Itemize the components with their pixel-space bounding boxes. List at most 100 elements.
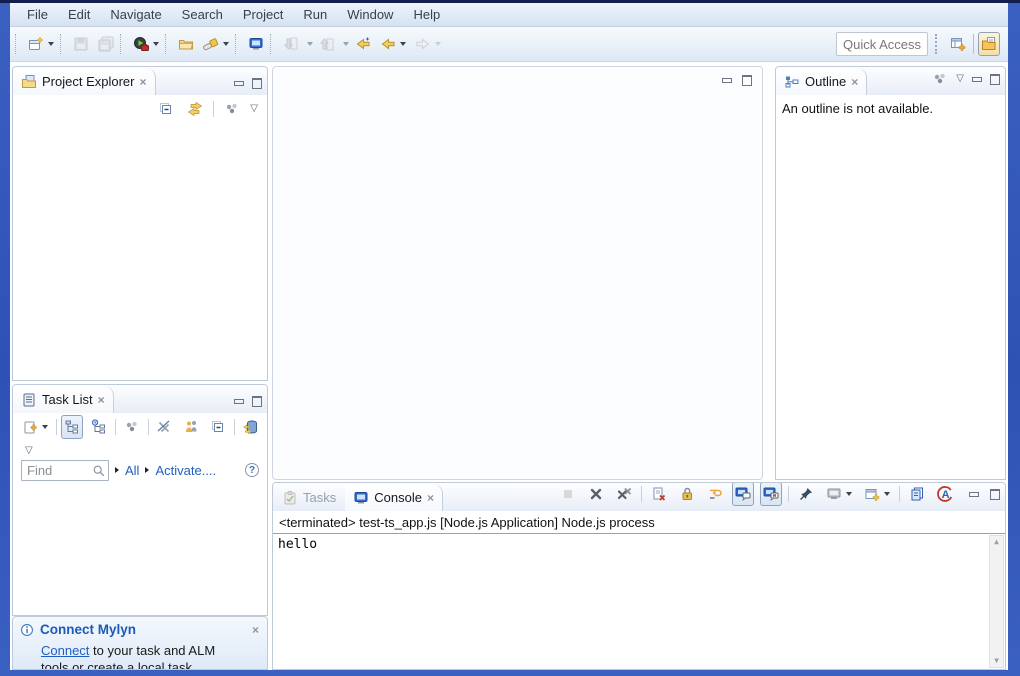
- view-menu-chevron-icon[interactable]: ▽: [250, 104, 258, 114]
- link-with-editor-button[interactable]: [184, 97, 206, 121]
- last-edit-location-button[interactable]: [352, 32, 374, 56]
- ansi-console-icon: [937, 486, 953, 502]
- menu-item-run[interactable]: Run: [294, 5, 336, 24]
- close-icon[interactable]: ×: [252, 624, 259, 636]
- tab-console[interactable]: Console ×: [345, 484, 443, 511]
- collapse-all-button[interactable]: [155, 97, 177, 121]
- view-menu-chevron-icon[interactable]: ▽: [956, 74, 964, 84]
- connect-link[interactable]: Connect: [41, 643, 89, 658]
- toolbar-group-handle[interactable]: [165, 34, 170, 54]
- console-panel: Tasks Console ×: [272, 482, 1006, 670]
- minimize-button[interactable]: [233, 396, 244, 406]
- remove-all-terminated-button[interactable]: [613, 482, 635, 506]
- close-icon[interactable]: ×: [98, 394, 105, 406]
- minimize-button[interactable]: [971, 74, 982, 84]
- console-pages-button[interactable]: [906, 482, 928, 506]
- scroll-lock-button[interactable]: [676, 482, 698, 506]
- synchronize-button[interactable]: [239, 415, 261, 439]
- tab-task-list[interactable]: Task List ×: [13, 386, 114, 413]
- task-list-body[interactable]: [13, 485, 267, 615]
- toolbar-group-handle[interactable]: [235, 34, 240, 54]
- menu-item-help[interactable]: Help: [404, 5, 449, 24]
- menu-item-project[interactable]: Project: [234, 5, 292, 24]
- close-icon[interactable]: ×: [851, 76, 858, 88]
- view-menu-button[interactable]: [221, 97, 243, 121]
- show-console-on-stderr-toggle[interactable]: [760, 482, 782, 506]
- expand-twisty-icon[interactable]: [115, 467, 119, 473]
- toolbar-drag-handle[interactable]: [935, 34, 940, 54]
- toolbar-divider: [899, 486, 900, 502]
- collapse-all-button[interactable]: [207, 415, 229, 439]
- view-menu-button[interactable]: [931, 70, 949, 88]
- open-new-console-button[interactable]: [861, 482, 893, 506]
- categorized-view-button[interactable]: [61, 415, 83, 439]
- save-button[interactable]: [70, 32, 92, 56]
- editor-area[interactable]: [272, 66, 763, 480]
- menu-item-search[interactable]: Search: [173, 5, 232, 24]
- hide-completed-button[interactable]: [153, 415, 175, 439]
- tab-tasks[interactable]: Tasks: [273, 484, 345, 511]
- maximize-button[interactable]: [989, 489, 1000, 499]
- all-filter-link[interactable]: All: [125, 463, 139, 478]
- close-icon[interactable]: ×: [427, 492, 434, 504]
- ansi-console-button[interactable]: [934, 482, 956, 506]
- maximize-button[interactable]: [251, 78, 262, 88]
- chevron-down-icon[interactable]: [343, 42, 349, 46]
- quick-access-input[interactable]: [836, 32, 928, 56]
- open-perspective-button[interactable]: [947, 32, 969, 56]
- toolbar-group-handle[interactable]: [15, 34, 20, 54]
- tab-label: Tasks: [303, 490, 336, 505]
- scroll-lock-icon: [679, 486, 695, 502]
- previous-annotation-button[interactable]: [316, 32, 338, 56]
- display-selected-console-button[interactable]: [823, 482, 855, 506]
- task-list-icon: [21, 392, 37, 408]
- new-task-button[interactable]: [19, 415, 51, 439]
- console-monitor-icon: [353, 490, 369, 506]
- active-perspective-button[interactable]: [978, 32, 1000, 56]
- scheduled-view-button[interactable]: [88, 415, 110, 439]
- console-scrollbar[interactable]: ▲ ▼: [989, 535, 1004, 668]
- toolbar-group-handle[interactable]: [120, 34, 125, 54]
- project-explorer-tree[interactable]: [13, 122, 267, 380]
- open-console-button[interactable]: [245, 32, 267, 56]
- search-button[interactable]: [200, 32, 232, 56]
- save-all-button[interactable]: [95, 32, 117, 56]
- activate-link[interactable]: Activate....: [155, 463, 216, 478]
- pin-console-button[interactable]: [795, 482, 817, 506]
- menu-item-edit[interactable]: Edit: [59, 5, 99, 24]
- console-output[interactable]: hello ▲ ▼: [273, 534, 1005, 669]
- minimize-button[interactable]: [968, 489, 979, 499]
- show-console-on-stdout-toggle[interactable]: [732, 482, 754, 506]
- menu-item-file[interactable]: File: [18, 5, 57, 24]
- menu-item-navigate[interactable]: Navigate: [101, 5, 170, 24]
- scroll-up-icon[interactable]: ▲: [994, 538, 999, 546]
- close-icon[interactable]: ×: [139, 76, 146, 88]
- chevron-down-icon[interactable]: [307, 42, 313, 46]
- maximize-button[interactable]: [741, 75, 752, 85]
- tab-project-explorer[interactable]: Project Explorer ×: [13, 68, 156, 95]
- maximize-button[interactable]: [989, 74, 1000, 84]
- remove-launch-button[interactable]: [585, 482, 607, 506]
- back-button[interactable]: [377, 32, 409, 56]
- scroll-down-icon[interactable]: ▼: [994, 657, 999, 665]
- word-wrap-button[interactable]: [704, 482, 726, 506]
- maximize-button[interactable]: [251, 396, 262, 406]
- focus-on-workweek-button[interactable]: [180, 415, 202, 439]
- view-menu-button[interactable]: [121, 415, 143, 439]
- open-task-button[interactable]: [175, 32, 197, 56]
- run-button[interactable]: [130, 32, 162, 56]
- help-icon[interactable]: ?: [245, 463, 259, 477]
- toolbar-group-handle[interactable]: [60, 34, 65, 54]
- new-wizard-button[interactable]: [25, 32, 57, 56]
- forward-button[interactable]: [412, 32, 444, 56]
- clear-console-button[interactable]: [648, 482, 670, 506]
- next-annotation-button[interactable]: [280, 32, 302, 56]
- minimize-button[interactable]: [233, 78, 244, 88]
- chevron-down-icon: [435, 42, 441, 46]
- toolbar-group-handle[interactable]: [270, 34, 275, 54]
- tab-outline[interactable]: Outline ×: [776, 68, 867, 95]
- minimize-button[interactable]: [721, 75, 732, 85]
- expand-twisty-icon[interactable]: [145, 467, 149, 473]
- menu-item-window[interactable]: Window: [338, 5, 402, 24]
- terminate-button[interactable]: [557, 482, 579, 506]
